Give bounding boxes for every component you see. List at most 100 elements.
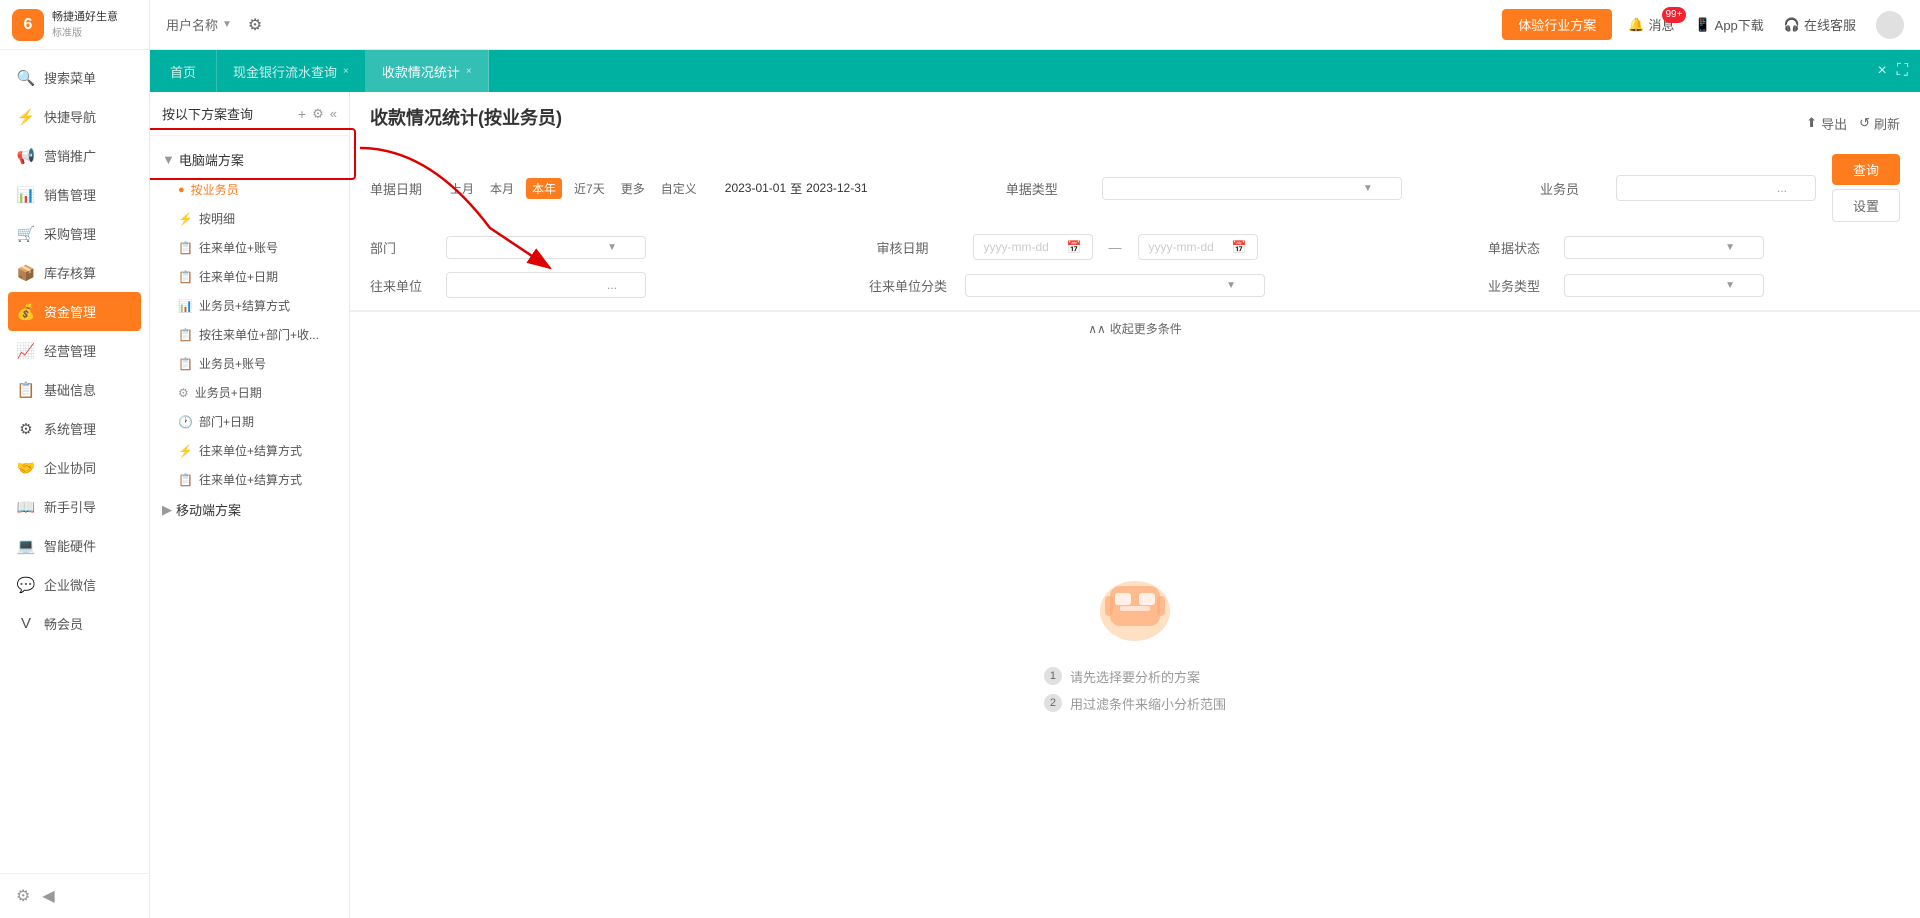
partner-settlement1-icon: ⚡ [178,444,193,458]
salesperson-select[interactable]: ... [1616,175,1816,201]
dept-select[interactable]: ▼ [446,236,646,259]
tree-item-by-salesperson[interactable]: ● 按业务员 [150,175,349,204]
tab-home[interactable]: 首页 [150,50,217,92]
topbar-gear-icon[interactable]: ⚙ [248,15,262,35]
date-tab-this-month[interactable]: 本月 [486,178,518,199]
inventory-icon: 📦 [16,264,36,282]
date-tab-last-month[interactable]: 上月 [446,178,478,199]
tree-item-salesperson-settlement[interactable]: 📊 业务员+结算方式 [150,291,349,320]
refresh-btn[interactable]: ↺ 刷新 [1859,114,1900,133]
sidebar-item-collab[interactable]: 🤝 企业协同 [0,448,149,487]
window-close-icon[interactable]: × [1877,62,1886,80]
empty-state: 1 请先选择要分析的方案 2 用过滤条件来缩小分析范围 [350,345,1920,918]
sidebar-item-purchase[interactable]: 🛒 采购管理 [0,214,149,253]
service-icon: 🎧 [1784,17,1800,33]
tab-collection-stat-close[interactable]: × [466,66,472,77]
window-maximize-icon[interactable]: ⛶ [1897,62,1908,80]
tree-item-partner-settlement1[interactable]: ⚡ 往来单位+结算方式 [150,436,349,465]
sidebar-item-quicknav[interactable]: ⚡ 快捷导航 [0,97,149,136]
voucher-status-label: 单据状态 [1488,238,1548,257]
query-btn[interactable]: 查询 [1832,154,1900,185]
date-tab-custom[interactable]: 自定义 [657,178,701,199]
tree-item-partner-account[interactable]: 📋 往来单位+账号 [150,233,349,262]
voucher-type-select[interactable]: ▼ [1102,177,1402,200]
tab-bank-flow[interactable]: 现金银行流水查询 × [217,50,366,92]
tab-bank-flow-close[interactable]: × [343,66,349,77]
bell-icon: 🔔 [1628,17,1644,33]
partner-label: 往来单位 [370,276,430,295]
filter-actions: 查询 设置 [1832,154,1900,222]
sidebar-item-marketing[interactable]: 📢 营销推广 [0,136,149,175]
empty-step-1: 1 请先选择要分析的方案 [1044,667,1226,686]
review-date-end[interactable]: yyyy-mm-dd 📅 [1138,234,1258,260]
sidebar-item-basic[interactable]: 📋 基础信息 [0,370,149,409]
sidebar-item-member[interactable]: V 畅会员 [0,604,149,643]
tree-item-dept-date[interactable]: 🕐 部门+日期 [150,407,349,436]
tree-item-partner-dept-collect[interactable]: 📋 按往来单位+部门+收... [150,320,349,349]
messages-btn[interactable]: 🔔 消息 99+ [1628,15,1674,34]
sidebar-item-sales[interactable]: 📊 销售管理 [0,175,149,214]
tree-item-partner-settlement2[interactable]: 📋 往来单位+结算方式 [150,465,349,494]
date-tab-this-year[interactable]: 本年 [526,178,562,199]
sidebar-item-inventory[interactable]: 📦 库存核算 [0,253,149,292]
voucher-status-select[interactable]: ▼ [1564,236,1764,259]
user-dropdown-icon: ▼ [222,19,232,30]
scheme-collapse-icon[interactable]: « [330,106,337,122]
tree-group-mobile-header[interactable]: ▶ 移动端方案 [150,494,349,525]
dept-chevron: ▼ [607,242,617,253]
date-tab-more[interactable]: 更多 [617,178,649,199]
tab-collection-stat[interactable]: 收款情况统计 × [366,50,489,92]
sidebar-item-wechat[interactable]: 💬 企业微信 [0,565,149,604]
user-avatar[interactable] [1876,11,1904,39]
date-tab-7days[interactable]: 近7天 [570,178,609,199]
sidebar-item-finance[interactable]: 💰 资金管理 [8,292,141,331]
partner-category-label: 往来单位分类 [869,276,949,295]
salesperson-label: 业务员 [1540,179,1600,198]
app-download-btn[interactable]: 📱 App下载 [1694,15,1763,34]
dept-date-icon: 🕐 [178,415,193,429]
business-type-label: 业务类型 [1488,276,1548,295]
business-icon: 📈 [16,342,36,360]
search-menu-icon: 🔍 [16,69,36,87]
app-logo-icon: 6 [12,9,44,41]
collapse-bar[interactable]: ∧∧ 收起更多条件 [350,311,1920,345]
voucher-type-chevron: ▼ [1363,183,1373,194]
footer-collapse-icon[interactable]: ◀ [42,886,54,906]
salesperson-settlement-icon: 📊 [178,299,193,313]
scheme-settings-icon[interactable]: ⚙ [312,106,324,122]
partner-select[interactable]: ... [446,272,646,298]
online-service-btn[interactable]: 🎧 在线客服 [1784,15,1856,34]
tree-item-partner-date[interactable]: 📋 往来单位+日期 [150,262,349,291]
system-icon: ⚙ [16,420,36,438]
page-header: 收款情况统计(按业务员) ⬆ 导出 ↺ 刷新 [350,92,1920,142]
sidebar-item-guide[interactable]: 📖 新手引导 [0,487,149,526]
sidebar-item-business[interactable]: 📈 经营管理 [0,331,149,370]
sidebar-nav: 🔍 搜索菜单 ⚡ 快捷导航 📢 营销推广 📊 销售管理 🛒 采购管理 📦 库存核… [0,50,149,873]
page-actions: ⬆ 导出 ↺ 刷新 [1806,114,1900,133]
partner-category-select[interactable]: ▼ [965,274,1265,297]
set-btn[interactable]: 设置 [1832,189,1900,222]
step-2-num: 2 [1044,694,1062,712]
trial-btn[interactable]: 体验行业方案 [1502,9,1612,40]
sidebar-item-search[interactable]: 🔍 搜索菜单 [0,58,149,97]
topbar-user[interactable]: 用户名称 ▼ [166,15,232,34]
review-date-start[interactable]: yyyy-mm-dd 📅 [973,234,1093,260]
footer-settings-icon[interactable]: ⚙ [16,886,30,906]
tree-item-salesperson-account[interactable]: 📋 业务员+账号 [150,349,349,378]
content-area: 按以下方案查询 + ⚙ « ▼ 电脑端方案 ● 按业务员 [150,92,1920,918]
tree-group-desktop-header[interactable]: ▼ 电脑端方案 [150,144,349,175]
business-type-select[interactable]: ▼ [1564,274,1764,297]
export-btn[interactable]: ⬆ 导出 [1806,114,1847,133]
scheme-panel: 按以下方案查询 + ⚙ « ▼ 电脑端方案 ● 按业务员 [150,92,350,918]
tree-item-by-detail[interactable]: ⚡ 按明细 [150,204,349,233]
marketing-icon: 📢 [16,147,36,165]
sidebar-item-hardware[interactable]: 💻 智能硬件 [0,526,149,565]
partner-cat-chevron: ▼ [1226,280,1236,291]
collapse-up-icon: ∧∧ [1088,322,1106,336]
sidebar-item-system[interactable]: ⚙ 系统管理 [0,409,149,448]
tree-item-salesperson-date[interactable]: ⚙ 业务员+日期 [150,378,349,407]
scheme-add-icon[interactable]: + [298,106,306,122]
empty-text: 1 请先选择要分析的方案 2 用过滤条件来缩小分析范围 [1044,667,1226,713]
date-range: 2023-01-01 至 2023-12-31 [725,180,868,197]
topbar-right: 🔔 消息 99+ 📱 App下载 🎧 在线客服 [1628,11,1904,39]
